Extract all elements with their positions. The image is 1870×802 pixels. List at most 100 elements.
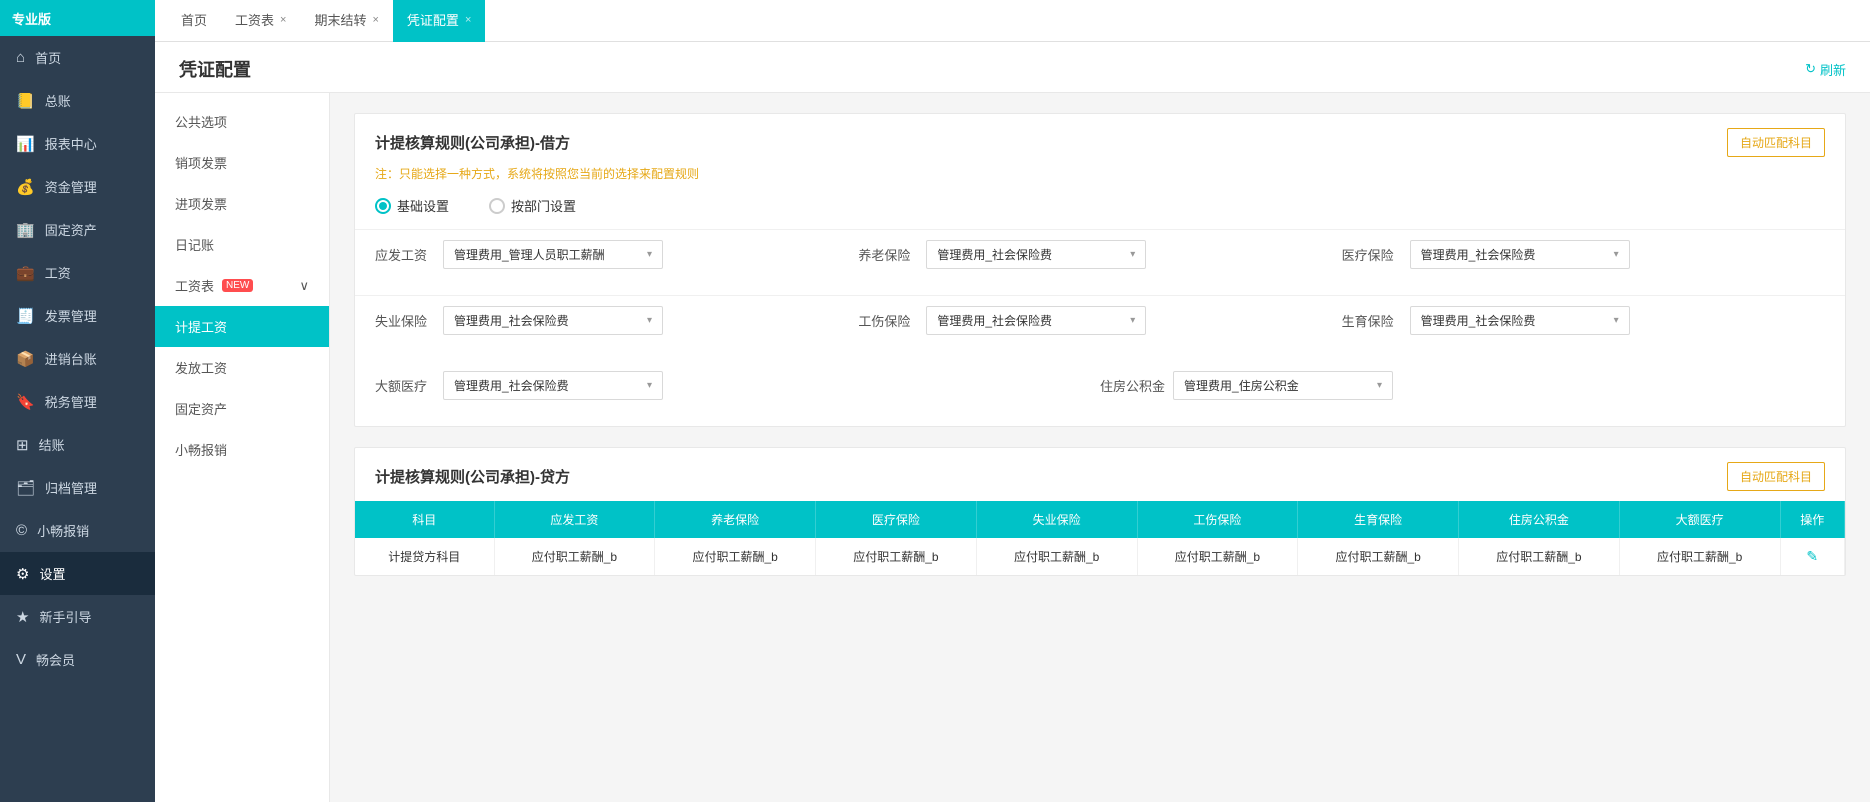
field-unemployment-value: 管理费用_社会保险费 (454, 312, 569, 329)
left-menu-calc-salary[interactable]: 计提工资 (155, 306, 329, 347)
col-housing: 住房公积金 (1459, 501, 1620, 538)
credit-section: 计提核算规则(公司承担)-贷方 自动匹配科目 科目 应发工资 养老保险 医疗保险… (354, 447, 1846, 576)
tab-voucher-config-label: 凭证配置 (407, 10, 459, 29)
new-badge: NEW (222, 279, 253, 292)
credit-auto-match-button[interactable]: 自动匹配科目 (1727, 462, 1825, 491)
sidebar-item-home[interactable]: ⌂ 首页 (0, 36, 155, 79)
col-subject: 科目 (355, 501, 494, 538)
left-menu-xiaochang-expense[interactable]: 小畅报销 (155, 429, 329, 470)
field-big-medical-select[interactable]: 管理费用_社会保险费 ▾ (443, 371, 663, 400)
sidebar-item-guide[interactable]: ★ 新手引导 (0, 595, 155, 638)
chevron-down-icon: ▾ (647, 249, 652, 260)
sidebar-item-purchase[interactable]: 📦 进销台账 (0, 337, 155, 380)
col-unemployment: 失业保险 (976, 501, 1137, 538)
col-wage: 应发工资 (494, 501, 655, 538)
cell-unemployment: 应付职工薪酬_b (976, 538, 1137, 575)
field-pension: 养老保险 管理费用_社会保险费 ▾ (858, 230, 1341, 279)
tab-voucher-config-close[interactable]: × (465, 14, 471, 26)
chevron-down-icon-5: ▾ (1130, 315, 1135, 326)
sidebar-item-salary[interactable]: 💼 工资 (0, 251, 155, 294)
tab-period-close-label: 期末结转 (314, 10, 366, 29)
sidebar-item-funds[interactable]: 💰 资金管理 (0, 165, 155, 208)
left-menu-sales-invoice-label: 销项发票 (175, 153, 227, 172)
field-unemployment-label: 失业保险 (375, 311, 435, 330)
field-pension-select[interactable]: 管理费用_社会保险费 ▾ (926, 240, 1146, 269)
left-menu-xiaochang-expense-label: 小畅报销 (175, 440, 227, 459)
tab-salary-table[interactable]: 工资表 × (221, 0, 300, 42)
sidebar: 专业版 ⌂ 首页 📒 总账 📊 报表中心 💰 资金管理 🏢 固定资产 💼 工资 … (0, 0, 155, 802)
field-housing-fund-label: 住房公积金 (1100, 376, 1165, 395)
close-period-icon: ⊞ (16, 436, 29, 454)
radio-basic[interactable]: 基础设置 (375, 196, 449, 215)
debit-section-header: 计提核算规则(公司承担)-借方 自动匹配科目 (355, 114, 1845, 157)
field-work-injury-value: 管理费用_社会保险费 (937, 312, 1052, 329)
debit-note: 注：只能选择一种方式，系统将按照您当前的选择来配置规则 (355, 157, 1845, 186)
radio-basic-label: 基础设置 (397, 196, 449, 215)
refresh-button[interactable]: ↻ 刷新 (1805, 60, 1846, 79)
field-work-injury-select[interactable]: 管理费用_社会保险费 ▾ (926, 306, 1146, 335)
sidebar-item-ledger[interactable]: 📒 总账 (0, 79, 155, 122)
left-menu-fixed-assets[interactable]: 固定资产 (155, 388, 329, 429)
debit-form-row2: 失业保险 管理费用_社会保险费 ▾ 工伤保险 管理费用_社会保险费 ▾ (355, 295, 1845, 361)
field-unemployment-select[interactable]: 管理费用_社会保险费 ▾ (443, 306, 663, 335)
sidebar-item-member[interactable]: V 畅会员 (0, 638, 155, 681)
left-menu-public[interactable]: 公共选项 (155, 101, 329, 142)
sidebar-item-tax-label: 税务管理 (45, 392, 97, 411)
left-menu-fixed-assets-label: 固定资产 (175, 399, 227, 418)
left-menu-purchase-invoice[interactable]: 进项发票 (155, 183, 329, 224)
sidebar-item-tax[interactable]: 🔖 税务管理 (0, 380, 155, 423)
sidebar-item-report[interactable]: 📊 报表中心 (0, 122, 155, 165)
left-menu-sales-invoice[interactable]: 销项发票 (155, 142, 329, 183)
left-menu-pay-salary[interactable]: 发放工资 (155, 347, 329, 388)
sidebar-item-settings[interactable]: ⚙ 设置 (0, 552, 155, 595)
salary-icon: 💼 (16, 264, 35, 282)
sidebar-item-assets[interactable]: 🏢 固定资产 (0, 208, 155, 251)
sidebar-item-home-label: 首页 (35, 48, 61, 67)
tab-home-label: 首页 (181, 10, 207, 29)
assets-icon: 🏢 (16, 221, 35, 239)
debit-section: 计提核算规则(公司承担)-借方 自动匹配科目 注：只能选择一种方式，系统将按照您… (354, 113, 1846, 427)
tab-period-close[interactable]: 期末结转 × (300, 0, 392, 42)
field-medical-select[interactable]: 管理费用_社会保险费 ▾ (1410, 240, 1630, 269)
left-menu-journal-label: 日记账 (175, 235, 214, 254)
chevron-down-icon-4: ▾ (647, 315, 652, 326)
field-wage: 应发工资 管理费用_管理人员职工薪酬 ▾ (375, 230, 858, 279)
field-maternity: 生育保险 管理费用_社会保险费 ▾ (1342, 296, 1825, 345)
sidebar-item-archive[interactable]: 🗂 归档管理 (0, 466, 155, 509)
field-wage-select[interactable]: 管理费用_管理人员职工薪酬 ▾ (443, 240, 663, 269)
col-medical: 医疗保险 (816, 501, 977, 538)
table-row: 计提贷方科目 应付职工薪酬_b 应付职工薪酬_b 应付职工薪酬_b 应付职工薪酬… (355, 538, 1845, 575)
invoice-icon: 🧾 (16, 307, 35, 325)
field-big-medical: 大额医疗 管理费用_社会保险费 ▾ (375, 361, 1100, 410)
settings-icon: ⚙ (16, 565, 29, 583)
cell-work-injury: 应付职工薪酬_b (1137, 538, 1298, 575)
sidebar-item-invoice[interactable]: 🧾 发票管理 (0, 294, 155, 337)
tab-voucher-config[interactable]: 凭证配置 × (393, 0, 485, 42)
tab-home[interactable]: 首页 (167, 0, 221, 42)
field-medical-label: 医疗保险 (1342, 245, 1402, 264)
field-maternity-value: 管理费用_社会保险费 (1421, 312, 1536, 329)
cell-maternity: 应付职工薪酬_b (1298, 538, 1459, 575)
field-housing-fund-select[interactable]: 管理费用_住房公积金 ▾ (1173, 371, 1393, 400)
left-menu-pay-salary-label: 发放工资 (175, 358, 227, 377)
col-maternity: 生育保险 (1298, 501, 1459, 538)
field-housing-fund: 住房公积金 管理费用_住房公积金 ▾ (1100, 361, 1825, 410)
debit-auto-match-button[interactable]: 自动匹配科目 (1727, 128, 1825, 157)
tab-salary-table-close[interactable]: × (280, 14, 286, 26)
cell-wage: 应付职工薪酬_b (494, 538, 655, 575)
member-icon: V (16, 651, 26, 668)
tab-period-close-close[interactable]: × (372, 14, 378, 26)
field-maternity-select[interactable]: 管理费用_社会保险费 ▾ (1410, 306, 1630, 335)
radio-basic-circle (375, 198, 391, 214)
chevron-down-icon-7: ▾ (647, 380, 652, 391)
sidebar-item-xiaochang[interactable]: © 小畅报销 (0, 509, 155, 552)
sidebar-item-close[interactable]: ⊞ 结账 (0, 423, 155, 466)
cell-action[interactable]: ✎ (1780, 538, 1844, 575)
left-menu-journal[interactable]: 日记账 (155, 224, 329, 265)
chevron-down-icon-3: ▾ (1614, 249, 1619, 260)
radio-group: 基础设置 按部门设置 (355, 186, 1845, 229)
edit-icon[interactable]: ✎ (1806, 548, 1818, 564)
radio-dept[interactable]: 按部门设置 (489, 196, 576, 215)
left-menu-salary-table[interactable]: 工资表 NEW ∨ (155, 265, 329, 306)
cell-subject: 计提贷方科目 (355, 538, 494, 575)
